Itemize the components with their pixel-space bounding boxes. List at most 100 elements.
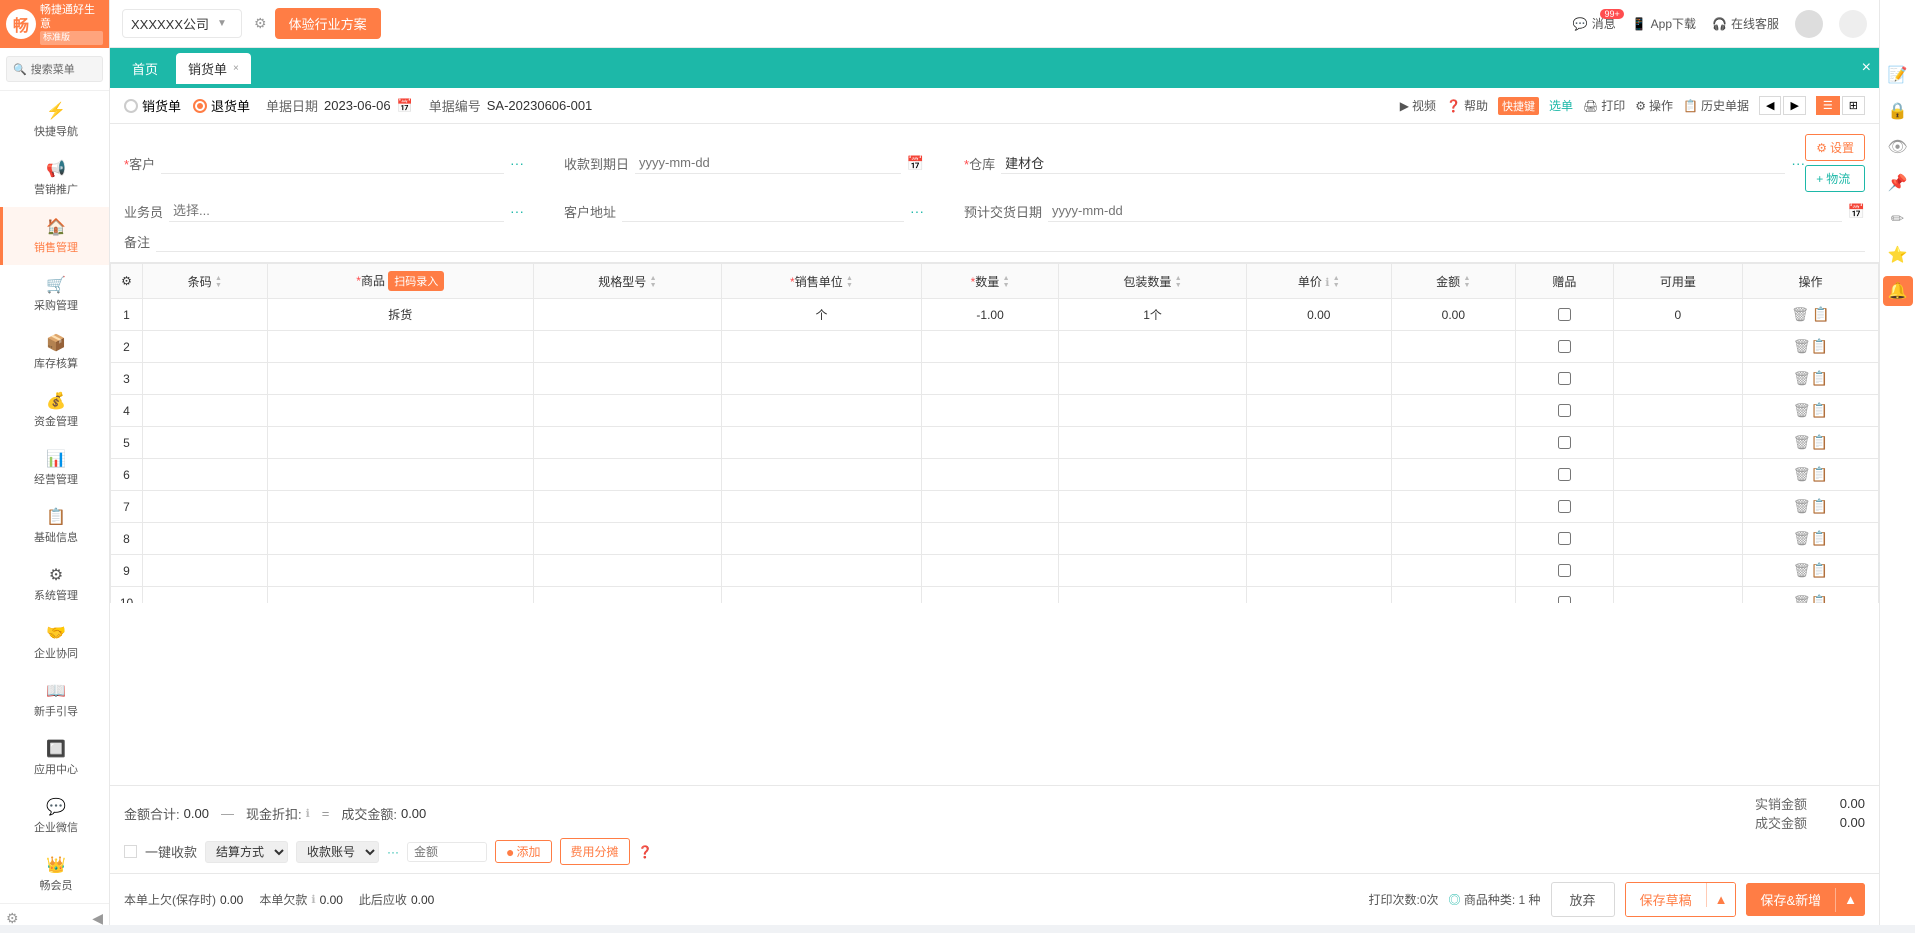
- copy-row-9-icon[interactable]: 📋: [1811, 562, 1828, 578]
- copy-row-10-icon[interactable]: 📋: [1811, 594, 1828, 603]
- gift-checkbox-8[interactable]: [1558, 532, 1571, 545]
- delete-row-1-icon[interactable]: 🗑: [1791, 306, 1809, 322]
- copy-row-3-icon[interactable]: 📋: [1811, 370, 1828, 386]
- copy-row-4-icon[interactable]: 📋: [1811, 402, 1828, 418]
- sidebar-item-basic-info[interactable]: 📋 基础信息: [0, 497, 109, 555]
- gift-checkbox-3[interactable]: [1558, 372, 1571, 385]
- sales-rep-picker-icon[interactable]: ···: [510, 203, 524, 219]
- th-settings[interactable]: ⚙: [111, 264, 143, 299]
- avatar-extra[interactable]: [1839, 10, 1867, 38]
- logistics-button[interactable]: + 物流: [1805, 165, 1865, 192]
- help-link[interactable]: ❓ 帮助: [1446, 97, 1488, 114]
- due-date-input[interactable]: [635, 152, 901, 174]
- sidebar-item-collab[interactable]: 🤝 企业协同: [0, 613, 109, 671]
- calendar-icon[interactable]: 📅: [397, 98, 413, 114]
- app-download-button[interactable]: 📱 App下载: [1632, 15, 1696, 32]
- delete-row-2-icon[interactable]: 🗑: [1793, 338, 1811, 354]
- print-link[interactable]: 🖨 打印: [1583, 97, 1625, 114]
- gift-checkbox-1[interactable]: [1558, 308, 1571, 321]
- account-select[interactable]: 收款账号: [296, 841, 379, 863]
- cell-barcode-1[interactable]: [143, 299, 268, 331]
- settings-bottom-icon[interactable]: ⚙: [6, 910, 19, 927]
- delete-row-3-icon[interactable]: 🗑: [1793, 370, 1811, 386]
- close-all-tabs-icon[interactable]: ×: [1862, 59, 1871, 76]
- sidebar-item-finance[interactable]: 💰 资金管理: [0, 381, 109, 439]
- trial-button[interactable]: 体验行业方案: [275, 8, 381, 39]
- shortcut-link[interactable]: 快捷键: [1498, 97, 1539, 115]
- avatar[interactable]: [1795, 10, 1823, 38]
- due-date-calendar-icon[interactable]: 📅: [907, 155, 924, 172]
- sidebar-item-marketing[interactable]: 📢 营销推广: [0, 149, 109, 207]
- rp-star-icon[interactable]: ⭐: [1883, 240, 1913, 270]
- save-draft-dropdown-btn[interactable]: ▲: [1707, 883, 1736, 916]
- sidebar-item-app-center[interactable]: 🔲 应用中心: [0, 729, 109, 787]
- tab-home[interactable]: 首页: [118, 51, 172, 86]
- delete-row-6-icon[interactable]: 🗑: [1793, 466, 1811, 482]
- sidebar-item-quick-nav[interactable]: ⚡ 快捷导航: [0, 91, 109, 149]
- sales-rep-input[interactable]: [169, 200, 504, 222]
- warehouse-picker-icon[interactable]: ···: [1791, 155, 1805, 171]
- save-new-dropdown-btn[interactable]: ▲: [1836, 883, 1865, 916]
- copy-row-2-icon[interactable]: 📋: [1811, 338, 1828, 354]
- customer-picker-icon[interactable]: ···: [510, 155, 524, 171]
- sidebar-item-purchase[interactable]: 🛒 采购管理: [0, 265, 109, 323]
- expected-date-input[interactable]: [1048, 200, 1842, 222]
- prev-arrow[interactable]: ◀: [1759, 96, 1781, 115]
- delete-row-10-icon[interactable]: 🗑: [1793, 594, 1811, 603]
- cell-price-1[interactable]: 0.00: [1247, 299, 1392, 331]
- save-draft-button[interactable]: 保存草稿: [1626, 883, 1706, 916]
- next-arrow[interactable]: ▶: [1783, 96, 1805, 115]
- gear-icon[interactable]: ⚙: [254, 15, 267, 32]
- rp-eye-icon[interactable]: 👁: [1883, 132, 1913, 162]
- expense-split-button[interactable]: 费用分摊: [560, 838, 630, 865]
- tab-sales-order[interactable]: 销货单 ×: [176, 53, 251, 84]
- delete-row-7-icon[interactable]: 🗑: [1793, 498, 1811, 514]
- delete-row-8-icon[interactable]: 🗑: [1793, 530, 1811, 546]
- rp-edit-icon[interactable]: 📝: [1883, 60, 1913, 90]
- gift-checkbox-7[interactable]: [1558, 500, 1571, 513]
- customer-addr-picker-icon[interactable]: ···: [910, 203, 924, 219]
- search-menu-button[interactable]: 🔍 搜索菜单: [6, 56, 103, 82]
- discount-info-icon[interactable]: ℹ: [306, 807, 310, 820]
- sidebar-item-operations[interactable]: 📊 经营管理: [0, 439, 109, 497]
- expected-date-calendar-icon[interactable]: 📅: [1848, 203, 1865, 220]
- radio-return-order[interactable]: 退货单: [193, 96, 250, 115]
- rp-orange-icon[interactable]: 🔔: [1883, 276, 1913, 306]
- gift-checkbox-9[interactable]: [1558, 564, 1571, 577]
- gift-checkbox-4[interactable]: [1558, 404, 1571, 417]
- balance-info-icon[interactable]: ℹ: [311, 893, 315, 906]
- sidebar-item-membership[interactable]: 👑 畅会员: [0, 845, 109, 903]
- online-service-button[interactable]: 🎧 在线客服: [1712, 15, 1779, 32]
- payment-help-icon[interactable]: ❓: [638, 845, 653, 859]
- one-click-pay-checkbox[interactable]: [124, 845, 137, 858]
- gift-checkbox-10[interactable]: [1558, 596, 1571, 603]
- grid-view-btn[interactable]: ⊞: [1842, 96, 1865, 115]
- sidebar-item-inventory[interactable]: 📦 库存核算: [0, 323, 109, 381]
- table-settings-icon[interactable]: ⚙: [121, 274, 132, 288]
- delete-row-9-icon[interactable]: 🗑: [1793, 562, 1811, 578]
- select-link[interactable]: 选单: [1549, 97, 1573, 114]
- cell-spec-1[interactable]: [533, 299, 721, 331]
- radio-sales-order[interactable]: 销货单: [124, 96, 181, 115]
- cell-qty-1[interactable]: -1.00: [922, 299, 1059, 331]
- add-payment-button[interactable]: ● 添加: [495, 840, 551, 863]
- scan-button[interactable]: 扫码录入: [388, 271, 444, 291]
- operations-link[interactable]: ⚙ 操作: [1635, 97, 1673, 114]
- gift-checkbox-2[interactable]: [1558, 340, 1571, 353]
- account-picker-icon[interactable]: ···: [387, 845, 399, 859]
- customer-input[interactable]: [161, 152, 504, 174]
- history-link[interactable]: 📋 历史单据: [1683, 97, 1749, 114]
- list-view-btn[interactable]: ☰: [1816, 96, 1840, 115]
- copy-row-5-icon[interactable]: 📋: [1811, 434, 1828, 450]
- remarks-input[interactable]: [156, 230, 1865, 252]
- discard-button[interactable]: 放弃: [1551, 882, 1615, 917]
- price-info-icon[interactable]: ℹ: [1325, 277, 1329, 289]
- table-scroll-area[interactable]: ⚙ 条码 ▲▼ *商品 扫码录入 规格型号: [110, 263, 1879, 603]
- delete-row-5-icon[interactable]: 🗑: [1793, 434, 1811, 450]
- copy-row-6-icon[interactable]: 📋: [1811, 466, 1828, 482]
- rp-pin-icon[interactable]: 📌: [1883, 168, 1913, 198]
- delete-row-4-icon[interactable]: 🗑: [1793, 402, 1811, 418]
- customer-addr-input[interactable]: [622, 200, 904, 222]
- rp-pencil-icon[interactable]: ✏: [1883, 204, 1913, 234]
- copy-row-8-icon[interactable]: 📋: [1811, 530, 1828, 546]
